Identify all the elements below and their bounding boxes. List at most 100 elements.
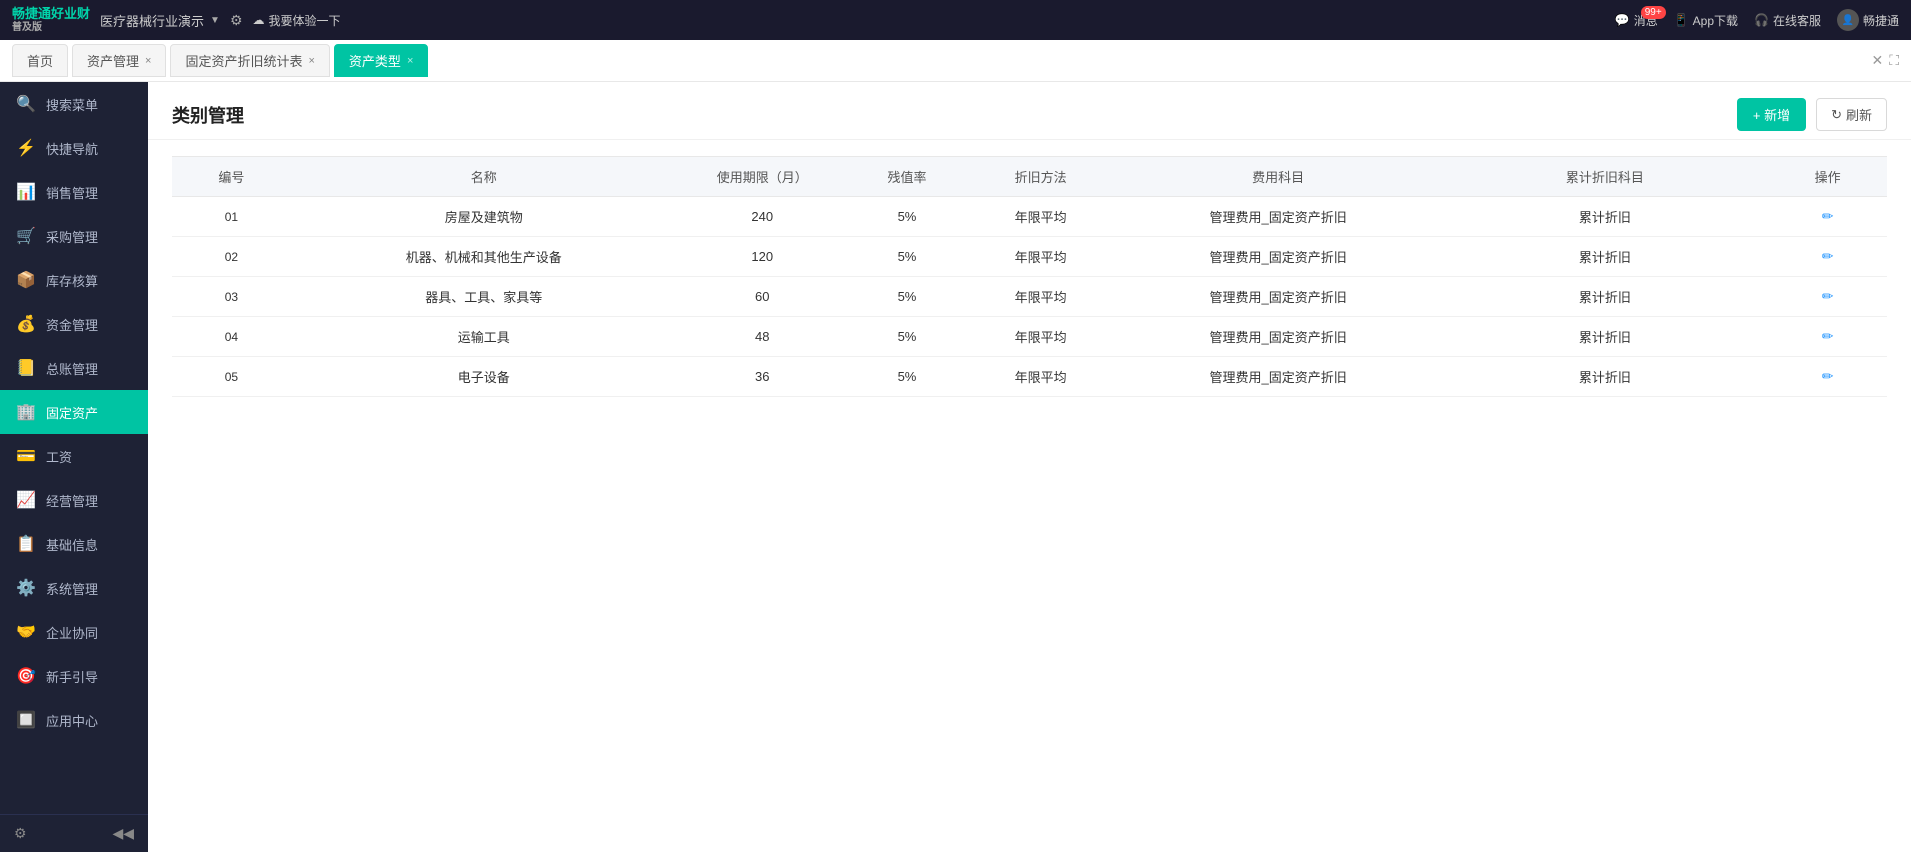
avatar: 👤 bbox=[1837, 9, 1859, 31]
target-icon: 🎯 bbox=[16, 666, 36, 686]
tab-close-icon[interactable]: × bbox=[407, 55, 413, 67]
collapse-sidebar-icon[interactable]: ◀◀ bbox=[112, 825, 134, 842]
app-download-button[interactable]: 📱 App下载 bbox=[1674, 12, 1738, 29]
cell-method: 年限平均 bbox=[966, 237, 1114, 277]
building-icon: 🏢 bbox=[16, 402, 36, 422]
cell-expense[interactable]: 管理费用_固定资产折旧 bbox=[1115, 197, 1442, 237]
tab-close-icon[interactable]: × bbox=[308, 55, 314, 67]
cell-expense[interactable]: 管理费用_固定资产折旧 bbox=[1115, 357, 1442, 397]
cell-expense[interactable]: 管理费用_固定资产折旧 bbox=[1115, 277, 1442, 317]
col-period: 使用期限（月） bbox=[677, 157, 848, 197]
sidebar-item-system[interactable]: ⚙️ 系统管理 bbox=[0, 566, 148, 610]
cell-action: ✏ bbox=[1768, 197, 1887, 237]
top-bar-right: 💬 消息 99+ 📱 App下载 🎧 在线客服 👤 畅捷通 bbox=[1615, 9, 1899, 31]
edit-icon[interactable]: ✏ bbox=[1822, 248, 1834, 264]
message-button[interactable]: 💬 消息 99+ bbox=[1615, 12, 1658, 29]
cell-accum[interactable]: 累计折旧 bbox=[1442, 357, 1769, 397]
search-icon: 🔍 bbox=[16, 94, 36, 114]
topbar-gear-icon[interactable]: ⚙ bbox=[230, 12, 243, 29]
cell-accum[interactable]: 累计折旧 bbox=[1442, 197, 1769, 237]
sidebar-item-finance[interactable]: 💰 资金管理 bbox=[0, 302, 148, 346]
sidebar-item-quick-nav[interactable]: ⚡ 快捷导航 bbox=[0, 126, 148, 170]
phone-icon: 📱 bbox=[1674, 13, 1689, 27]
handshake-icon: 🤝 bbox=[16, 622, 36, 642]
tab-asset-management[interactable]: 资产管理 × bbox=[72, 44, 166, 77]
demo-selector-arrow-icon: ▼ bbox=[210, 15, 220, 26]
tab-home[interactable]: 首页 bbox=[12, 44, 68, 77]
cell-accum[interactable]: 累计折旧 bbox=[1442, 317, 1769, 357]
ledger-icon: 📒 bbox=[16, 358, 36, 378]
box-icon: 📦 bbox=[16, 270, 36, 290]
col-code: 编号 bbox=[172, 157, 291, 197]
cell-expense[interactable]: 管理费用_固定资产折旧 bbox=[1115, 317, 1442, 357]
sidebar-item-payroll[interactable]: 💳 工资 bbox=[0, 434, 148, 478]
cell-period: 240 bbox=[677, 197, 848, 237]
sidebar-item-inventory[interactable]: 📦 库存核算 bbox=[0, 258, 148, 302]
refresh-icon: ↻ bbox=[1831, 107, 1842, 123]
tab-asset-type[interactable]: 资产类型 × bbox=[334, 44, 428, 77]
sidebar-item-enterprise[interactable]: 🤝 企业协同 bbox=[0, 610, 148, 654]
lightning-icon: ⚡ bbox=[16, 138, 36, 158]
edit-icon[interactable]: ✏ bbox=[1822, 368, 1834, 384]
col-residual: 残值率 bbox=[848, 157, 967, 197]
cell-residual: 5% bbox=[848, 277, 967, 317]
cell-residual: 5% bbox=[848, 357, 967, 397]
cell-method: 年限平均 bbox=[966, 357, 1114, 397]
table-row: 03 器具、工具、家具等 60 5% 年限平均 管理费用_固定资产折旧 累计折旧… bbox=[172, 277, 1887, 317]
edit-icon[interactable]: ✏ bbox=[1822, 288, 1834, 304]
cell-residual: 5% bbox=[848, 317, 967, 357]
experience-button[interactable]: ☁ 我要体验一下 bbox=[253, 12, 341, 29]
cell-action: ✏ bbox=[1768, 357, 1887, 397]
cell-action: ✏ bbox=[1768, 277, 1887, 317]
cell-name[interactable]: 器具、工具、家具等 bbox=[291, 277, 677, 317]
close-tab-icon[interactable]: ✕ bbox=[1871, 52, 1883, 69]
new-button[interactable]: + 新增 bbox=[1737, 98, 1806, 131]
cell-name[interactable]: 电子设备 bbox=[291, 357, 677, 397]
sidebar-item-search[interactable]: 🔍 搜索菜单 bbox=[0, 82, 148, 126]
edit-icon[interactable]: ✏ bbox=[1822, 328, 1834, 344]
cell-name[interactable]: 房屋及建筑物 bbox=[291, 197, 677, 237]
cell-period: 48 bbox=[677, 317, 848, 357]
clipboard-icon: 📋 bbox=[16, 534, 36, 554]
cell-name[interactable]: 机器、机械和其他生产设备 bbox=[291, 237, 677, 277]
tab-close-icon[interactable]: × bbox=[145, 55, 151, 67]
cell-method: 年限平均 bbox=[966, 317, 1114, 357]
main-content: 类别管理 + 新增 ↻ 刷新 编号 名称 使用期限（月） 残值率 折旧方法 bbox=[148, 82, 1911, 852]
sidebar-item-basic-info[interactable]: 📋 基础信息 bbox=[0, 522, 148, 566]
expand-tab-icon[interactable]: ⛶ bbox=[1889, 52, 1899, 69]
edit-icon[interactable]: ✏ bbox=[1822, 208, 1834, 224]
table-body: 01 房屋及建筑物 240 5% 年限平均 管理费用_固定资产折旧 累计折旧 ✏… bbox=[172, 197, 1887, 397]
page-title: 类别管理 bbox=[172, 102, 244, 128]
sidebar-item-operations[interactable]: 📈 经营管理 bbox=[0, 478, 148, 522]
sidebar-item-tutorial[interactable]: 🎯 新手引导 bbox=[0, 654, 148, 698]
cart-icon: 🛒 bbox=[16, 226, 36, 246]
demo-selector[interactable]: 医疗器械行业演示 ▼ bbox=[100, 11, 220, 30]
sidebar-item-sales[interactable]: 📊 销售管理 bbox=[0, 170, 148, 214]
cell-period: 36 bbox=[677, 357, 848, 397]
sidebar-item-purchase[interactable]: 🛒 采购管理 bbox=[0, 214, 148, 258]
user-account-button[interactable]: 👤 畅捷通 bbox=[1837, 9, 1899, 31]
grid-icon: 🔲 bbox=[16, 710, 36, 730]
col-expense: 费用科目 bbox=[1115, 157, 1442, 197]
cell-period: 120 bbox=[677, 237, 848, 277]
sidebar-item-fixed-assets[interactable]: 🏢 固定资产 bbox=[0, 390, 148, 434]
card-icon: 💳 bbox=[16, 446, 36, 466]
tab-depreciation-report[interactable]: 固定资产折旧统计表 × bbox=[170, 44, 329, 77]
cell-code: 05 bbox=[172, 357, 291, 397]
cell-accum[interactable]: 累计折旧 bbox=[1442, 277, 1769, 317]
trend-icon: 📈 bbox=[16, 490, 36, 510]
cell-name[interactable]: 运输工具 bbox=[291, 317, 677, 357]
sidebar-bottom: ⚙ ◀◀ bbox=[0, 814, 148, 852]
sidebar-item-app-center[interactable]: 🔲 应用中心 bbox=[0, 698, 148, 742]
table-row: 02 机器、机械和其他生产设备 120 5% 年限平均 管理费用_固定资产折旧 … bbox=[172, 237, 1887, 277]
online-service-button[interactable]: 🎧 在线客服 bbox=[1754, 12, 1821, 29]
cell-expense[interactable]: 管理费用_固定资产折旧 bbox=[1115, 237, 1442, 277]
top-bar: 畅捷通好业财 普及版 医疗器械行业演示 ▼ ⚙ ☁ 我要体验一下 💬 消息 99… bbox=[0, 0, 1911, 40]
cell-action: ✏ bbox=[1768, 237, 1887, 277]
message-icon: 💬 bbox=[1615, 13, 1630, 27]
refresh-button[interactable]: ↻ 刷新 bbox=[1816, 98, 1887, 131]
sidebar-item-ledger[interactable]: 📒 总账管理 bbox=[0, 346, 148, 390]
app-logo: 畅捷通好业财 普及版 bbox=[12, 6, 90, 34]
cell-accum[interactable]: 累计折旧 bbox=[1442, 237, 1769, 277]
settings-bottom-icon[interactable]: ⚙ bbox=[14, 825, 27, 842]
